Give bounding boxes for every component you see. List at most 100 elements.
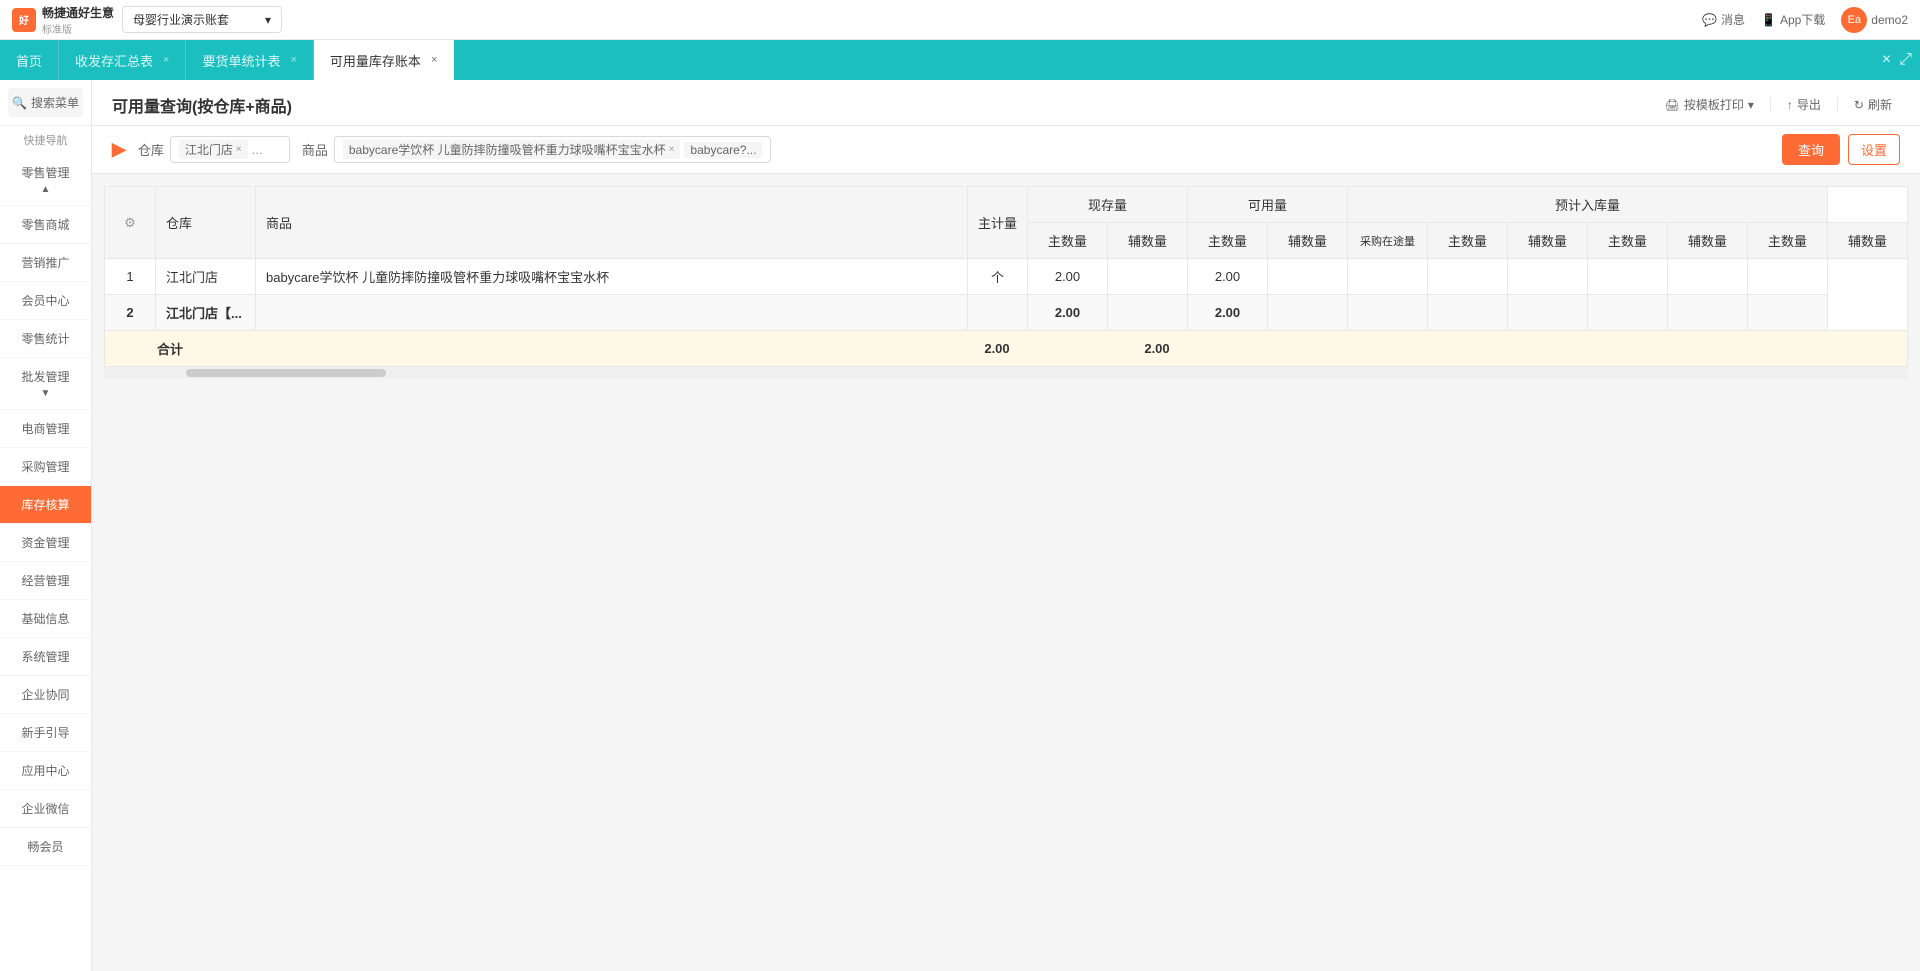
th-finished-arriving-main: 主数量 bbox=[1748, 223, 1828, 259]
tab-receive-summary[interactable]: 收发存汇总表 × bbox=[59, 40, 186, 80]
expand-btn[interactable]: ⤢ bbox=[1899, 51, 1912, 69]
sidebar-search-area: 🔍 搜索菜单 bbox=[0, 80, 91, 126]
sidebar-item-label: 电商管理 bbox=[21, 420, 69, 437]
sidebar-item-label: 营销推广 bbox=[21, 254, 69, 271]
product-tag-input[interactable]: babycare学饮杯 儿童防摔防撞吸管杯重力球吸嘴杯宝宝水杯 × babyca… bbox=[334, 136, 772, 163]
scroll-thumb[interactable] bbox=[186, 369, 386, 377]
gear-icon[interactable]: ⚙ bbox=[115, 208, 145, 238]
refresh-icon: ↻ bbox=[1854, 98, 1864, 112]
close-all-tabs-btn[interactable]: × bbox=[1882, 51, 1891, 69]
sidebar-item-marketing[interactable]: 营销推广 bbox=[0, 244, 91, 282]
cell-product-1: babycare学饮杯 儿童防摔防撞吸管杯重力球吸嘴杯宝宝水杯 bbox=[256, 259, 968, 295]
sidebar-item-enterprise[interactable]: 企业协同 bbox=[0, 676, 91, 714]
print-btn[interactable]: 🖨 按模板打印 ▾ bbox=[1657, 92, 1762, 117]
product-tag-2: babycare?... bbox=[684, 142, 762, 158]
chevron-down-icon: ▾ bbox=[1748, 98, 1754, 112]
divider bbox=[1770, 97, 1771, 113]
tab-order-summary-label: 要货单统计表 bbox=[202, 51, 280, 70]
sidebar-item-zero-mall[interactable]: 零售商城 bbox=[0, 206, 91, 244]
sidebar-item-operations[interactable]: 经营管理 bbox=[0, 562, 91, 600]
sidebar-item-label: 系统管理 bbox=[21, 648, 69, 665]
cell-unit-2 bbox=[967, 295, 1027, 331]
logo-area: 好 畅捷通好生意 标准版 bbox=[12, 4, 114, 36]
sidebar-item-appstore[interactable]: 应用中心 bbox=[0, 752, 91, 790]
cell-unit-1: 个 bbox=[967, 259, 1027, 295]
sidebar-item-zero-sales[interactable]: 零售管理 ▲ bbox=[0, 154, 91, 206]
message-btn[interactable]: 💬 消息 bbox=[1702, 11, 1745, 28]
sidebar-item-inventory[interactable]: 库存核算 bbox=[0, 486, 91, 524]
sidebar-item-label: 畅会员 bbox=[27, 838, 63, 855]
sidebar-item-label: 新手引导 bbox=[21, 724, 69, 741]
cell-fa-main-1 bbox=[1668, 259, 1748, 295]
sidebar-item-label: 基础信息 bbox=[21, 610, 69, 627]
top-bar: 好 畅捷通好生意 标准版 母婴行业演示账套 ▾ 💬 消息 📱 App下载 Ea … bbox=[0, 0, 1920, 40]
user-profile[interactable]: Ea demo2 bbox=[1841, 7, 1908, 33]
nav-tabs-actions: × ⤢ bbox=[1882, 51, 1920, 69]
export-btn[interactable]: ↑ 导出 bbox=[1779, 92, 1829, 117]
th-planned-in: 预计入库量 bbox=[1348, 187, 1828, 223]
cell-index-1: 1 bbox=[105, 259, 156, 295]
tab-receive-summary-close[interactable]: × bbox=[163, 54, 169, 66]
tab-order-summary-close[interactable]: × bbox=[290, 54, 296, 66]
tab-order-summary[interactable]: 要货单统计表 × bbox=[186, 40, 313, 80]
sidebar-item-ecommerce[interactable]: 电商管理 bbox=[0, 410, 91, 448]
footer-label: 合计 bbox=[157, 339, 257, 358]
warehouse-tag-input[interactable]: 江北门店 × ... bbox=[170, 136, 290, 163]
sidebar-nav-label-item: 快捷导航 bbox=[0, 126, 91, 154]
page-actions: 🖨 按模板打印 ▾ ↑ 导出 ↻ 刷新 bbox=[1657, 92, 1900, 117]
sidebar: 🔍 搜索菜单 快捷导航 零售管理 ▲ 零售商城 营销推广 会员中心 零售统计 批… bbox=[0, 80, 92, 971]
app-download-btn[interactable]: 📱 App下载 bbox=[1761, 11, 1825, 28]
sidebar-search-btn[interactable]: 🔍 搜索菜单 bbox=[8, 88, 83, 117]
cell-pt-aux-1 bbox=[1428, 259, 1508, 295]
th-goods-arriving-aux: 辅数量 bbox=[1668, 223, 1748, 259]
warehouse-filter: 仓库 江北门店 × ... bbox=[138, 136, 290, 163]
warehouse-more-btn[interactable]: ... bbox=[252, 142, 263, 157]
cell-ga-main-1 bbox=[1508, 259, 1588, 295]
refresh-label: 刷新 bbox=[1868, 96, 1892, 113]
sidebar-item-member[interactable]: 会员中心 bbox=[0, 282, 91, 320]
tab-available-stock[interactable]: 可用量库存账本 × bbox=[314, 40, 454, 80]
cell-ga-aux-2 bbox=[1588, 295, 1668, 331]
message-label: 消息 bbox=[1721, 11, 1745, 28]
th-warehouse: 仓库 bbox=[156, 187, 256, 259]
chevron-icon: ▼ bbox=[41, 388, 51, 399]
sidebar-item-basic[interactable]: 基础信息 bbox=[0, 600, 91, 638]
settings-btn[interactable]: 设置 bbox=[1848, 134, 1900, 165]
warehouse-tag-remove[interactable]: × bbox=[236, 144, 242, 155]
tab-available-stock-close[interactable]: × bbox=[431, 54, 437, 66]
sidebar-item-wholesale[interactable]: 批发管理 ▼ bbox=[0, 358, 91, 410]
product-tag-1-remove[interactable]: × bbox=[669, 144, 675, 155]
sidebar-item-member2[interactable]: 畅会员 bbox=[0, 828, 91, 866]
cell-warehouse-2: 江北门店【... bbox=[156, 295, 256, 331]
table-scrollbar[interactable] bbox=[104, 367, 1908, 379]
th-available-aux: 辅数量 bbox=[1268, 223, 1348, 259]
sidebar-item-guide[interactable]: 新手引导 bbox=[0, 714, 91, 752]
table-container: ⚙ 仓库 商品 主计量 现存量 可用量 预计入库量 主数量 辅数量 主数量 辅数… bbox=[92, 174, 1920, 971]
query-btn[interactable]: 查询 bbox=[1782, 134, 1840, 165]
sidebar-item-system[interactable]: 系统管理 bbox=[0, 638, 91, 676]
tab-home[interactable]: 首页 bbox=[0, 40, 59, 80]
cell-fa-aux-2 bbox=[1748, 295, 1828, 331]
sidebar-item-label: 零售商城 bbox=[21, 216, 69, 233]
sidebar-item-zero-stat[interactable]: 零售统计 bbox=[0, 320, 91, 358]
th-unit: 主计量 bbox=[967, 187, 1027, 259]
cell-pt-main-2 bbox=[1348, 295, 1428, 331]
sidebar-item-label: 企业微信 bbox=[21, 800, 69, 817]
top-bar-left: 好 畅捷通好生意 标准版 母婴行业演示账套 ▾ bbox=[12, 4, 282, 36]
nav-tabs: 首页 收发存汇总表 × 要货单统计表 × 可用量库存账本 × × ⤢ bbox=[0, 40, 1920, 80]
th-goods-arriving-main: 主数量 bbox=[1588, 223, 1668, 259]
sidebar-item-purchase[interactable]: 采购管理 bbox=[0, 448, 91, 486]
industry-selector[interactable]: 母婴行业演示账套 ▾ bbox=[122, 6, 282, 33]
table-row: 2 江北门店【... 2.00 2.00 bbox=[105, 295, 1908, 331]
cell-available-main-2: 2.00 bbox=[1188, 295, 1268, 331]
content-area: 可用量查询(按仓库+商品) 🖨 按模板打印 ▾ ↑ 导出 ↻ 刷新 bbox=[92, 80, 1920, 971]
sidebar-item-label: 零售管理 bbox=[21, 164, 69, 181]
refresh-btn[interactable]: ↻ 刷新 bbox=[1846, 92, 1900, 117]
username: demo2 bbox=[1871, 13, 1908, 27]
filter-expand-btn[interactable]: ▶ bbox=[112, 139, 126, 160]
th-settings[interactable]: ⚙ bbox=[105, 187, 156, 259]
sidebar-item-wechat[interactable]: 企业微信 bbox=[0, 790, 91, 828]
sidebar-item-finance[interactable]: 资金管理 bbox=[0, 524, 91, 562]
th-purchase-transit-header: 采购在途量 bbox=[1348, 223, 1428, 259]
tab-available-stock-label: 可用量库存账本 bbox=[330, 51, 421, 70]
